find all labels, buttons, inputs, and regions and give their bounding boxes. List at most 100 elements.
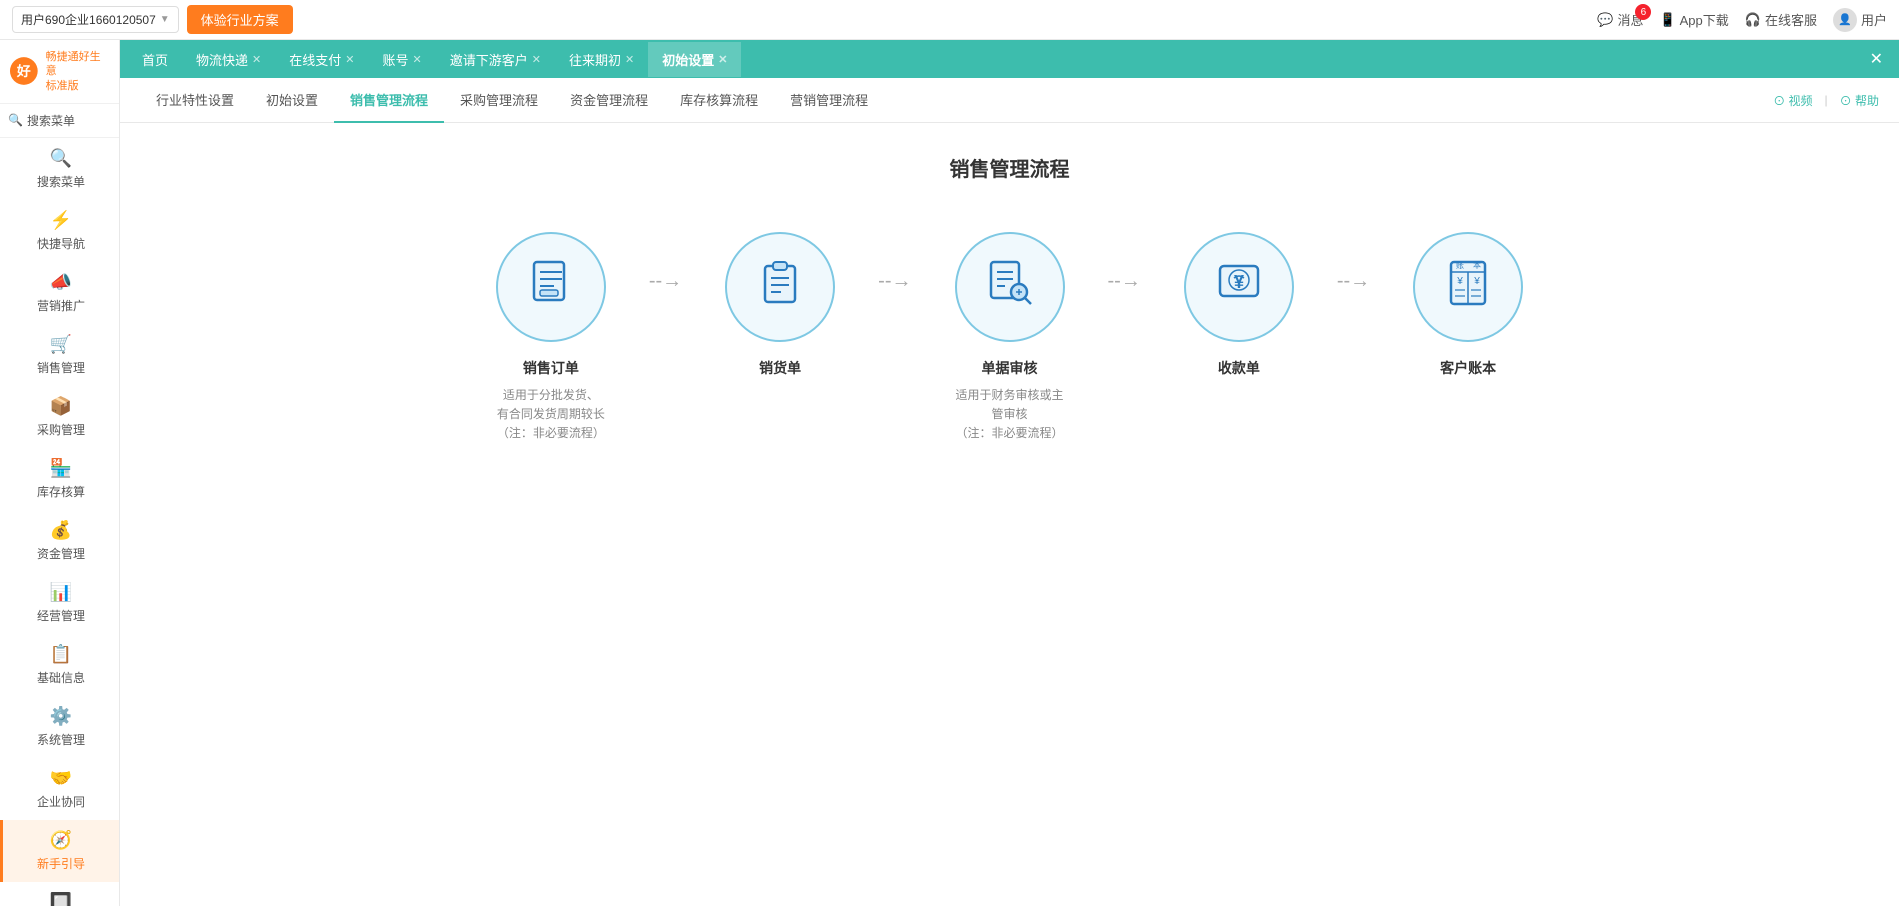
sidebar-item-label: 新手引导: [37, 855, 85, 872]
sidebar-item-label: 库存核算: [37, 483, 85, 500]
sidebar-items: 🔍 搜索菜单⚡ 快捷导航📣 营销推广🛒 销售管理📦 采购管理🏪 库存核算💰 资金…: [0, 138, 119, 906]
nav-tab-label: 物流快递: [196, 50, 248, 69]
avatar: 👤: [1833, 8, 1857, 32]
trial-button[interactable]: 体验行业方案: [187, 5, 293, 34]
video-help-btn[interactable]: ⊙ 视频: [1773, 92, 1812, 109]
sidebar-item-quick-nav[interactable]: ⚡ 快捷导航: [0, 200, 119, 262]
messages-badge: 6: [1635, 4, 1651, 20]
sidebar-item-label: 营销推广: [37, 297, 85, 314]
sales-icon: 🛒: [50, 334, 72, 355]
user-profile-item[interactable]: 👤 用户: [1833, 8, 1887, 32]
close-tab-icon[interactable]: ✕: [252, 53, 261, 66]
inventory-icon: 🏪: [50, 458, 72, 479]
nav-tab-首页[interactable]: 首页: [128, 42, 182, 77]
sub-tab-库存核算流程[interactable]: 库存核算流程: [664, 78, 774, 123]
customer-ledger-title: 客户账本: [1440, 358, 1496, 378]
doc-review-icon: [955, 232, 1065, 342]
sidebar-item-label: 资金管理: [37, 545, 85, 562]
sub-tab-资金管理流程[interactable]: 资金管理流程: [554, 78, 664, 123]
sub-tab-营销管理流程[interactable]: 营销管理流程: [774, 78, 884, 123]
top-bar-left: 用户690企业1660120507 ▼ 体验行业方案: [12, 5, 293, 34]
close-tab-icon[interactable]: ✕: [532, 53, 541, 66]
receipt-title: 收款单: [1218, 358, 1260, 378]
nav-tab-label: 在线支付: [289, 50, 341, 69]
svg-text:¥: ¥: [1456, 276, 1463, 287]
close-tab-icon[interactable]: ✕: [718, 53, 727, 66]
flow-arrow-0: --→: [641, 270, 690, 293]
top-bar: 用户690企业1660120507 ▼ 体验行业方案 💬 消息 6 📱 App下…: [0, 0, 1899, 40]
content-area: 首页物流快递 ✕在线支付 ✕账号 ✕邀请下游客户 ✕往来期初 ✕初始设置 ✕ ✕…: [120, 40, 1899, 906]
sidebar-item-system[interactable]: ⚙️ 系统管理: [0, 696, 119, 758]
nav-tab-label: 初始设置: [662, 50, 714, 69]
svg-text:好: 好: [16, 63, 31, 79]
sub-tab-行业特性设置[interactable]: 行业特性设置: [140, 78, 250, 123]
doc-review-title: 单据审核: [982, 358, 1038, 378]
page-title: 销售管理流程: [140, 153, 1879, 182]
nav-tab-label: 邀请下游客户: [450, 50, 528, 69]
operation-icon: 📊: [50, 582, 72, 603]
sub-tab-采购管理流程[interactable]: 采购管理流程: [444, 78, 554, 123]
sidebar-item-sales[interactable]: 🛒 销售管理: [0, 324, 119, 386]
marketing-icon: 📣: [50, 272, 72, 293]
user-select[interactable]: 用户690企业1660120507 ▼: [12, 6, 179, 33]
app-center-icon: 🔲: [50, 892, 72, 906]
nav-tab-初始设置[interactable]: 初始设置 ✕: [648, 42, 741, 77]
new-guide-icon: 🧭: [50, 830, 72, 851]
sub-tabs-container: 行业特性设置初始设置销售管理流程采购管理流程资金管理流程库存核算流程营销管理流程: [140, 78, 884, 122]
svg-text:本: 本: [1473, 260, 1481, 270]
flow-step-customer-ledger: 账 本 ¥ ¥ 客户账本: [1378, 232, 1558, 386]
sidebar-item-finance[interactable]: 💰 资金管理: [0, 510, 119, 572]
sidebar-item-operation[interactable]: 📊 经营管理: [0, 572, 119, 634]
sidebar-item-search[interactable]: 🔍 搜索菜单: [0, 138, 119, 200]
finance-icon: 💰: [50, 520, 72, 541]
user-select-label: 用户690企业1660120507: [21, 11, 156, 28]
flow-step-doc-review: 单据审核适用于财务审核或主 管审核 （注：非必要流程）: [920, 232, 1100, 444]
enterprise-coop-icon: 🤝: [50, 768, 72, 789]
logo-text: 畅捷通好生意 标准版: [46, 50, 111, 93]
purchase-icon: 📦: [50, 396, 72, 417]
flow-step-receipt: ¥ 收款单: [1149, 232, 1329, 386]
sub-tabs-right: ⊙ 视频 | ⊙ 帮助: [1773, 92, 1879, 109]
messages-item[interactable]: 💬 消息 6: [1597, 10, 1643, 29]
flow-arrow-3: --→: [1329, 270, 1378, 293]
user-name-label: 用户: [1861, 10, 1887, 29]
main-layout: 好 畅捷通好生意 标准版 🔍 搜索菜单 🔍 搜索菜单⚡ 快捷导航📣 营销推广🛒 …: [0, 40, 1899, 906]
nav-tab-账号[interactable]: 账号 ✕: [368, 42, 435, 77]
nav-tab-往来期初[interactable]: 往来期初 ✕: [555, 42, 648, 77]
sidebar-item-inventory[interactable]: 🏪 库存核算: [0, 448, 119, 510]
nav-tab-label: 往来期初: [569, 50, 621, 69]
online-service-item[interactable]: 🎧 在线客服: [1745, 10, 1817, 29]
sub-tab-初始设置[interactable]: 初始设置: [250, 78, 334, 123]
close-tab-icon[interactable]: ✕: [413, 53, 422, 66]
sidebar-search[interactable]: 🔍 搜索菜单: [0, 104, 119, 138]
headset-icon: 🎧: [1745, 12, 1761, 28]
sidebar-item-basic-info[interactable]: 📋 基础信息: [0, 634, 119, 696]
close-tab-icon[interactable]: ✕: [345, 53, 354, 66]
nav-tab-在线支付[interactable]: 在线支付 ✕: [275, 42, 368, 77]
sidebar-item-purchase[interactable]: 📦 采购管理: [0, 386, 119, 448]
nav-tab-邀请下游客户[interactable]: 邀请下游客户 ✕: [436, 42, 555, 77]
customer-ledger-svg-icon: 账 本 ¥ ¥: [1443, 258, 1493, 317]
nav-tabs-bar: 首页物流快递 ✕在线支付 ✕账号 ✕邀请下游客户 ✕往来期初 ✕初始设置 ✕ ✕: [120, 40, 1899, 78]
sidebar-item-marketing[interactable]: 📣 营销推广: [0, 262, 119, 324]
close-tab-icon[interactable]: ✕: [625, 53, 634, 66]
sidebar-item-new-guide[interactable]: 🧭 新手引导: [0, 820, 119, 882]
close-all-tabs-button[interactable]: ✕: [1862, 45, 1891, 73]
top-bar-right: 💬 消息 6 📱 App下载 🎧 在线客服 👤 用户: [1597, 8, 1887, 32]
sidebar-item-label: 系统管理: [37, 731, 85, 748]
help-btn[interactable]: ⊙ 帮助: [1840, 92, 1879, 109]
sidebar-item-enterprise-coop[interactable]: 🤝 企业协同: [0, 758, 119, 820]
flow-arrow-1: --→: [870, 270, 919, 293]
nav-tab-物流快递[interactable]: 物流快递 ✕: [182, 42, 275, 77]
sidebar-item-label: 快捷导航: [37, 235, 85, 252]
sidebar-item-app-center[interactable]: 🔲 应用中心: [0, 882, 119, 906]
sidebar: 好 畅捷通好生意 标准版 🔍 搜索菜单 🔍 搜索菜单⚡ 快捷导航📣 营销推广🛒 …: [0, 40, 120, 906]
app-download-item[interactable]: 📱 App下载: [1659, 10, 1728, 29]
sidebar-item-label: 基础信息: [37, 669, 85, 686]
sales-order-title: 销售订单: [523, 358, 579, 378]
receipt-svg-icon: ¥: [1214, 258, 1264, 317]
sales-order-icon: [496, 232, 606, 342]
sub-tab-销售管理流程[interactable]: 销售管理流程: [334, 78, 444, 123]
chevron-down-icon: ▼: [160, 14, 170, 25]
sales-delivery-icon: [725, 232, 835, 342]
